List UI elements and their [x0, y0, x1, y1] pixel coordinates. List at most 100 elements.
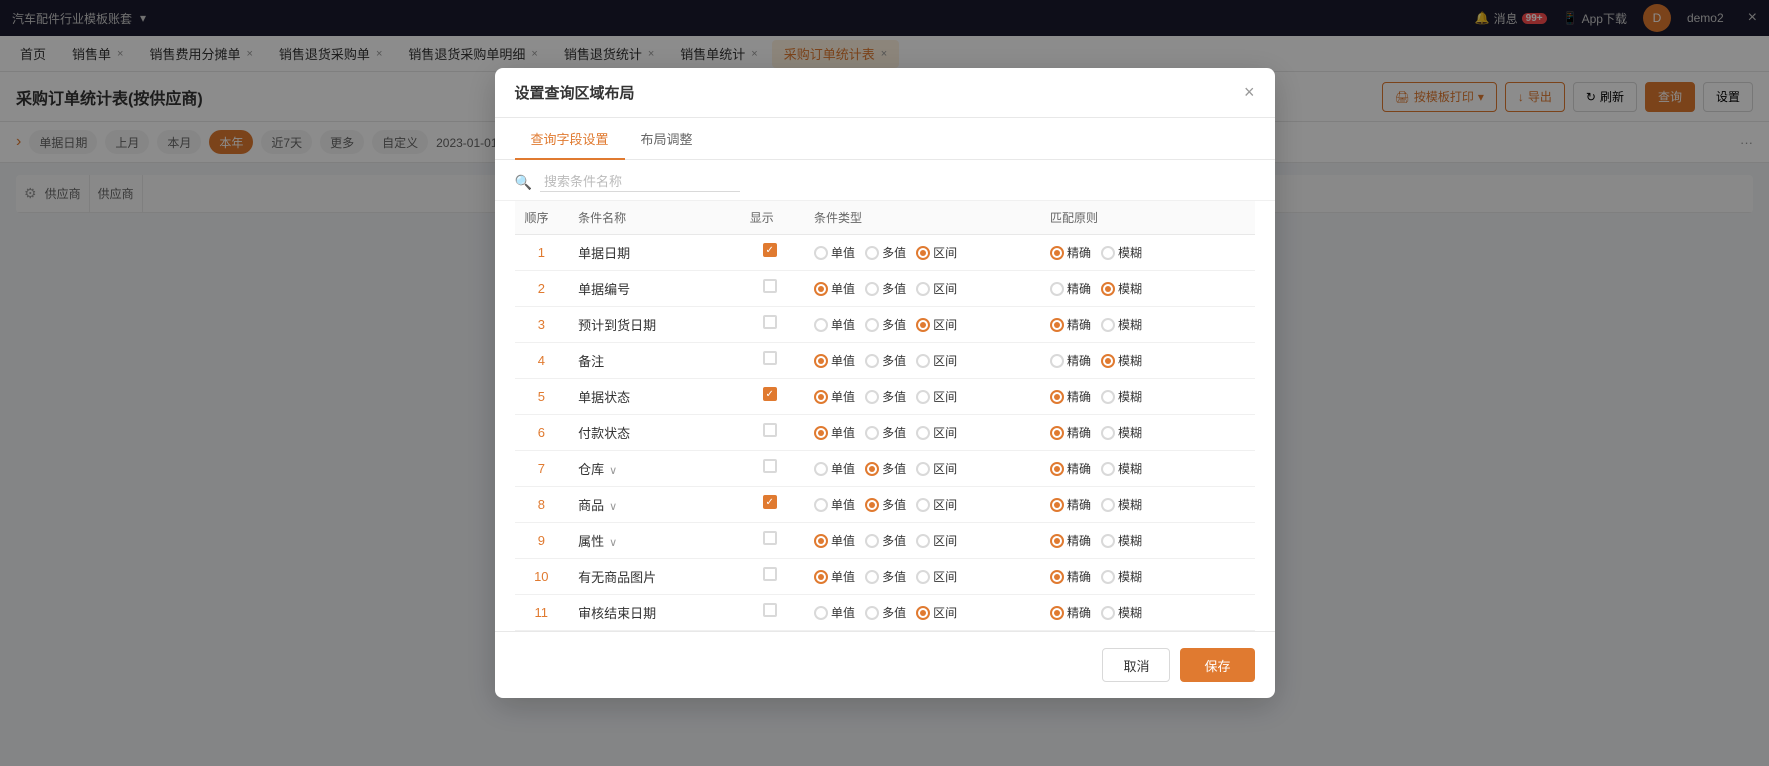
match-option-模糊[interactable]: 模糊 — [1101, 604, 1142, 621]
type-option-单值[interactable]: 单值 — [814, 532, 855, 549]
type-option-多值[interactable]: 多值 — [865, 496, 906, 513]
match-label: 精确 — [1067, 604, 1091, 621]
radio-circle — [865, 606, 879, 620]
show-checkbox[interactable] — [763, 423, 777, 437]
match-option-精确[interactable]: 精确 — [1050, 388, 1091, 405]
save-button[interactable]: 保存 — [1180, 648, 1254, 682]
type-option-区间[interactable]: 区间 — [916, 244, 957, 261]
match-option-模糊[interactable]: 模糊 — [1101, 244, 1142, 261]
show-checkbox[interactable]: ✓ — [763, 243, 777, 257]
match-option-精确[interactable]: 精确 — [1050, 244, 1091, 261]
match-option-模糊[interactable]: 模糊 — [1101, 424, 1142, 441]
type-option-多值[interactable]: 多值 — [865, 388, 906, 405]
show-checkbox[interactable] — [763, 567, 777, 581]
type-option-区间[interactable]: 区间 — [916, 568, 957, 585]
match-option-精确[interactable]: 精确 — [1050, 280, 1091, 297]
type-label: 单值 — [831, 532, 855, 549]
row-show[interactable] — [740, 415, 800, 445]
match-option-精确[interactable]: 精确 — [1050, 352, 1091, 369]
match-option-精确[interactable]: 精确 — [1050, 424, 1091, 441]
match-option-模糊[interactable]: 模糊 — [1101, 352, 1142, 369]
type-option-单值[interactable]: 单值 — [814, 496, 855, 513]
conditions-table: 顺序 条件名称 显示 条件类型 匹配原则 1单据日期✓ 单值 多值 区间 — [515, 201, 1255, 631]
order-number: 6 — [538, 425, 545, 440]
row-show[interactable] — [740, 559, 800, 589]
type-option-多值[interactable]: 多值 — [865, 532, 906, 549]
row-show[interactable] — [740, 595, 800, 625]
condition-name-label: 有无商品图片 — [578, 570, 656, 585]
type-option-区间[interactable]: 区间 — [916, 388, 957, 405]
type-option-多值[interactable]: 多值 — [865, 460, 906, 477]
match-option-模糊[interactable]: 模糊 — [1101, 532, 1142, 549]
type-option-单值[interactable]: 单值 — [814, 460, 855, 477]
type-option-区间[interactable]: 区间 — [916, 460, 957, 477]
type-label: 单值 — [831, 244, 855, 261]
row-show[interactable] — [740, 343, 800, 373]
match-option-精确[interactable]: 精确 — [1050, 604, 1091, 621]
dropdown-arrow-icon[interactable]: ∨ — [606, 465, 617, 477]
type-option-单值[interactable]: 单值 — [814, 388, 855, 405]
type-option-单值[interactable]: 单值 — [814, 604, 855, 621]
type-option-区间[interactable]: 区间 — [916, 496, 957, 513]
show-checkbox[interactable]: ✓ — [763, 495, 777, 509]
dropdown-arrow-icon[interactable]: ∨ — [606, 537, 617, 549]
match-option-精确[interactable]: 精确 — [1050, 568, 1091, 585]
type-option-区间[interactable]: 区间 — [916, 532, 957, 549]
type-option-单值[interactable]: 单值 — [814, 352, 855, 369]
type-option-单值[interactable]: 单值 — [814, 424, 855, 441]
type-option-多值[interactable]: 多值 — [865, 244, 906, 261]
match-option-精确[interactable]: 精确 — [1050, 460, 1091, 477]
type-label: 区间 — [933, 280, 957, 297]
dropdown-arrow-icon[interactable]: ∨ — [606, 501, 617, 513]
show-checkbox[interactable] — [763, 459, 777, 473]
type-option-区间[interactable]: 区间 — [916, 280, 957, 297]
radio-circle — [865, 570, 879, 584]
match-option-模糊[interactable]: 模糊 — [1101, 316, 1142, 333]
show-checkbox[interactable] — [763, 279, 777, 293]
match-option-模糊[interactable]: 模糊 — [1101, 568, 1142, 585]
row-show[interactable] — [740, 271, 800, 301]
type-option-单值[interactable]: 单值 — [814, 244, 855, 261]
tab-layout-adjust[interactable]: 布局调整 — [625, 118, 709, 160]
show-checkbox[interactable]: ✓ — [763, 387, 777, 401]
show-checkbox[interactable] — [763, 603, 777, 617]
type-option-单值[interactable]: 单值 — [814, 280, 855, 297]
tab-query-fields[interactable]: 查询字段设置 — [515, 118, 625, 160]
match-option-模糊[interactable]: 模糊 — [1101, 388, 1142, 405]
row-show[interactable] — [740, 523, 800, 553]
type-option-多值[interactable]: 多值 — [865, 424, 906, 441]
type-option-多值[interactable]: 多值 — [865, 316, 906, 333]
match-option-模糊[interactable]: 模糊 — [1101, 280, 1142, 297]
match-label: 精确 — [1067, 496, 1091, 513]
row-show[interactable] — [740, 451, 800, 481]
row-name: 属性 ∨ — [568, 523, 740, 559]
match-option-精确[interactable]: 精确 — [1050, 496, 1091, 513]
match-option-模糊[interactable]: 模糊 — [1101, 496, 1142, 513]
match-option-模糊[interactable]: 模糊 — [1101, 460, 1142, 477]
match-option-精确[interactable]: 精确 — [1050, 316, 1091, 333]
cancel-button[interactable]: 取消 — [1102, 648, 1170, 682]
type-option-区间[interactable]: 区间 — [916, 316, 957, 333]
table-row: 7仓库 ∨ 单值 多值 区间 精确 模糊 — [515, 451, 1255, 487]
type-option-区间[interactable]: 区间 — [916, 604, 957, 621]
type-option-单值[interactable]: 单值 — [814, 568, 855, 585]
type-option-多值[interactable]: 多值 — [865, 604, 906, 621]
row-show[interactable]: ✓ — [740, 235, 800, 265]
type-option-区间[interactable]: 区间 — [916, 424, 957, 441]
show-checkbox[interactable] — [763, 531, 777, 545]
row-show[interactable]: ✓ — [740, 379, 800, 409]
type-option-多值[interactable]: 多值 — [865, 568, 906, 585]
show-checkbox[interactable] — [763, 351, 777, 365]
type-option-单值[interactable]: 单值 — [814, 316, 855, 333]
modal-close-button[interactable]: × — [1244, 82, 1255, 103]
tab-query-fields-label: 查询字段设置 — [531, 129, 609, 148]
row-show[interactable]: ✓ — [740, 487, 800, 517]
type-option-多值[interactable]: 多值 — [865, 280, 906, 297]
show-checkbox[interactable] — [763, 315, 777, 329]
type-option-区间[interactable]: 区间 — [916, 352, 957, 369]
row-show[interactable] — [740, 307, 800, 337]
type-option-多值[interactable]: 多值 — [865, 352, 906, 369]
condition-search-input[interactable] — [540, 172, 740, 192]
match-option-精确[interactable]: 精确 — [1050, 532, 1091, 549]
table-row: 4备注 单值 多值 区间 精确 模糊 — [515, 343, 1255, 379]
